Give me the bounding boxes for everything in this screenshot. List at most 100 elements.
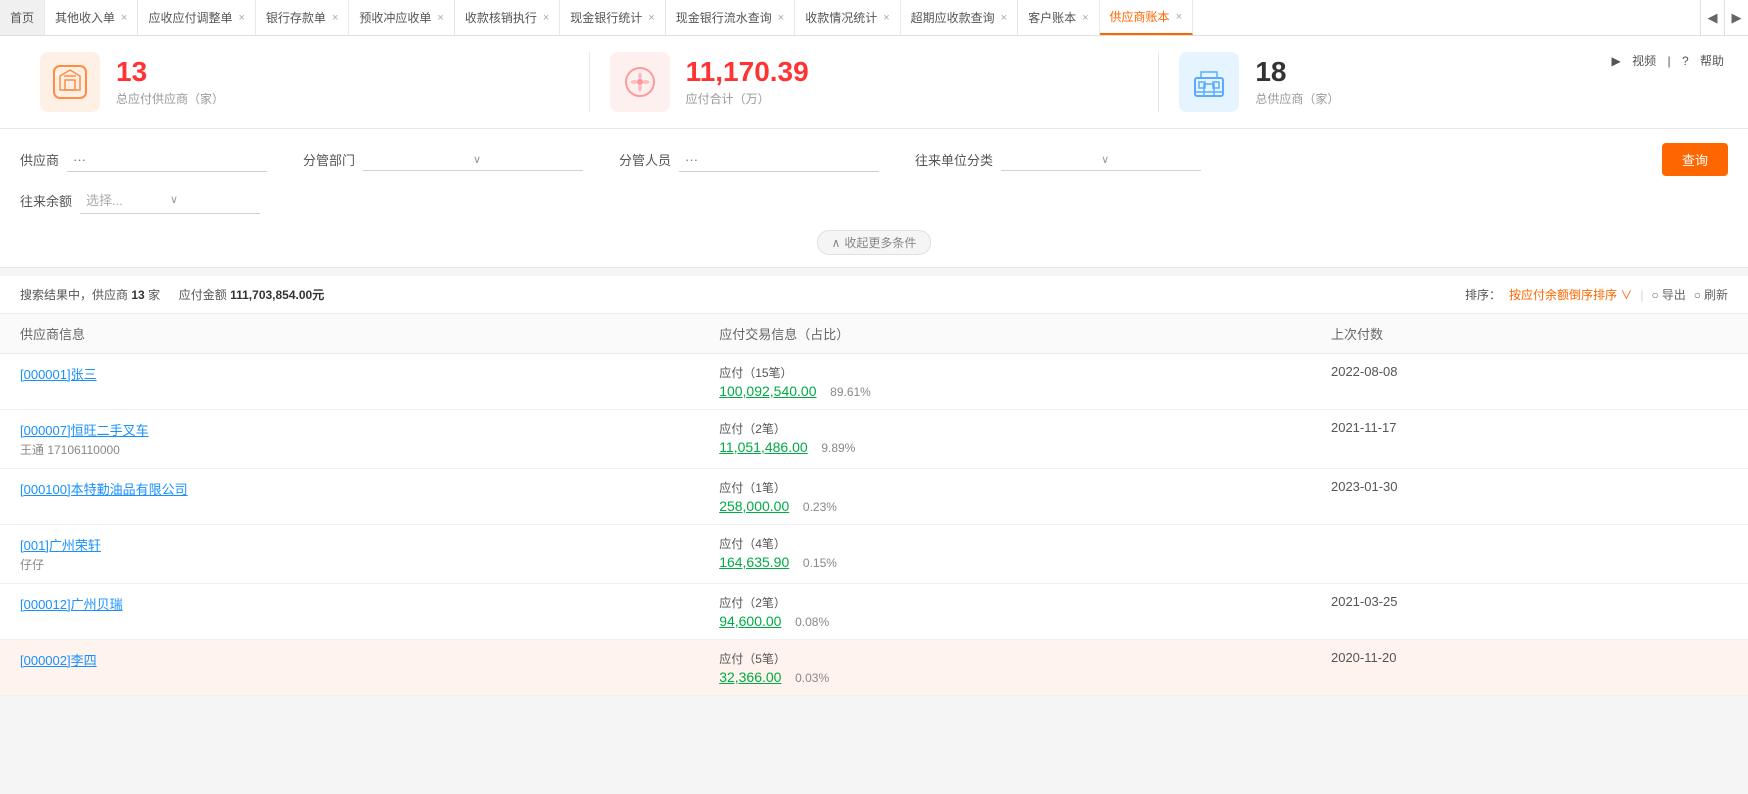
summary-num-2: 11,170.39 <box>686 58 809 86</box>
balance-filter-select[interactable]: 选择... ∨ <box>80 186 260 214</box>
close-tab-icon[interactable]: × <box>648 12 654 24</box>
nav-tab-label: 现金银行流水查询 <box>676 9 772 26</box>
summary-section: ▶ 视频 | ? 帮助 13 总应付供应商（家） <box>0 36 1748 129</box>
supplier-sub-3: 仔仔 <box>20 556 679 573</box>
search-button[interactable]: 查询 <box>1662 143 1728 176</box>
tx-amount-3[interactable]: 164,635.90 <box>719 554 789 570</box>
last-pay-cell-5: 2020-11-20 <box>1311 640 1748 696</box>
close-tab-icon[interactable]: × <box>543 12 549 24</box>
toolbar-actions: 排序： 按应付余额倒序排序 ∨ | ○ 导出 ○ 刷新 <box>1465 286 1728 303</box>
last-pay-date-2: 2023-01-30 <box>1331 479 1398 494</box>
tx-percent-2: 0.23% <box>803 500 837 514</box>
video-label[interactable]: 视频 <box>1632 54 1656 68</box>
table-row: [000007]恒旺二手叉车 王通 17106110000 应付（2笔） 11,… <box>0 410 1748 469</box>
last-pay-cell-1: 2021-11-17 <box>1311 410 1748 469</box>
nav-tab-receipt-verify[interactable]: 收款核销执行 × <box>455 0 560 35</box>
nav-tab-overdue-ar[interactable]: 超期应收款查询× <box>901 0 1018 35</box>
collapse-label: 收起更多条件 <box>844 234 916 251</box>
supplier-cell-2: [000100]本特勤油品有限公司 <box>0 469 699 525</box>
summary-icon-2 <box>610 52 670 112</box>
close-tab-icon[interactable]: × <box>883 12 889 24</box>
refresh-label: 刷新 <box>1704 286 1728 303</box>
collapse-button[interactable]: ∧ 收起更多条件 <box>817 230 932 255</box>
nav-tab-home[interactable]: 首页 <box>0 0 45 35</box>
close-tab-icon[interactable]: × <box>1082 12 1088 24</box>
summary-num-1: 13 <box>116 58 224 86</box>
result-ap-label: 应付金额 <box>179 288 227 302</box>
tx-amount-4[interactable]: 94,600.00 <box>719 613 781 629</box>
balance-arrow-icon: ∨ <box>170 193 254 206</box>
nav-tab-ar-ap-adjust[interactable]: 应收应付调整单 × <box>138 0 255 35</box>
nav-tab-other-income[interactable]: 其他收入单 × <box>45 0 138 35</box>
category-filter-select[interactable]: ∨ <box>1001 149 1201 171</box>
nav-tab-label: 其他收入单 <box>55 9 115 26</box>
top-navigation: 首页其他收入单×应收应付调整单×银行存款单×预收冲应收单×收款核销执行×现金银行… <box>0 0 1748 36</box>
supplier-link-2[interactable]: [000100]本特勤油品有限公司 <box>20 482 188 497</box>
nav-tab-label: 应收应付调整单 <box>148 9 232 26</box>
tx-cell-2: 应付（1笔） 258,000.00 0.23% <box>699 469 1311 525</box>
table-toolbar: 搜索结果中，供应商 13 家 应付金额 111,703,854.00元 排序： … <box>0 276 1748 314</box>
summary-card-1: 13 总应付供应商（家） <box>20 52 589 112</box>
tx-amount-2[interactable]: 258,000.00 <box>719 498 789 514</box>
nav-tab-prepay-ar[interactable]: 预收冲应收单 × <box>349 0 454 35</box>
summary-num-3: 18 <box>1255 58 1339 86</box>
close-tab-icon[interactable]: × <box>238 12 244 24</box>
nav-tab-label: 现金银行统计 <box>570 9 642 26</box>
close-tab-icon[interactable]: × <box>121 12 127 24</box>
export-label: 导出 <box>1662 286 1686 303</box>
filter-balance: 往来余额 选择... ∨ <box>20 186 260 214</box>
tx-amount-1[interactable]: 11,051,486.00 <box>719 439 808 455</box>
result-suffix-1: 家 <box>148 288 160 302</box>
nav-tab-bank-deposit[interactable]: 银行存款单× <box>256 0 349 35</box>
supplier-link-4[interactable]: [000012]广州贝瑞 <box>20 597 123 612</box>
tx-amount-0[interactable]: 100,092,540.00 <box>719 383 816 399</box>
category-arrow-icon: ∨ <box>1101 153 1195 166</box>
supplier-link-5[interactable]: [000002]李四 <box>20 653 97 668</box>
supplier-filter-input[interactable] <box>67 148 267 172</box>
tx-cell-3: 应付（4笔） 164,635.90 0.15% <box>699 525 1311 584</box>
supplier-link-0[interactable]: [000001]张三 <box>20 367 97 382</box>
supplier-link-1[interactable]: [000007]恒旺二手叉车 <box>20 423 149 438</box>
result-info: 搜索结果中，供应商 13 家 应付金额 111,703,854.00元 <box>20 286 1465 303</box>
nav-tab-label: 客户账本 <box>1028 9 1076 26</box>
supplier-link-3[interactable]: [001]广州荣轩 <box>20 538 101 553</box>
nav-tab-cash-bank-flow[interactable]: 现金银行流水查询 × <box>666 0 795 35</box>
nav-next-arrow[interactable]: ▶ <box>1724 0 1748 36</box>
tx-percent-5: 0.03% <box>795 671 829 685</box>
nav-tab-supplier-ledger[interactable]: 供应商账本 × <box>1100 0 1193 35</box>
collapse-icon: ∧ <box>832 236 841 250</box>
close-tab-icon[interactable]: × <box>437 12 443 24</box>
balance-select-value: 选择... <box>86 190 170 209</box>
table-row: [000002]李四 应付（5笔） 32,366.00 0.03% 2020-1… <box>0 640 1748 696</box>
person-filter-input[interactable] <box>679 148 879 172</box>
last-pay-date-1: 2021-11-17 <box>1331 420 1397 435</box>
nav-tab-label: 收款核销执行 <box>465 9 537 26</box>
nav-tab-label: 预收冲应收单 <box>359 9 431 26</box>
filter-section: 供应商 分管部门 ∨ 分管人员 往来单位分类 ∨ 查询 往来余额 选择 <box>0 129 1748 268</box>
tx-label-2: 应付（1笔） <box>719 479 1291 496</box>
sort-value[interactable]: 按应付余额倒序排序 ∨ <box>1509 286 1632 303</box>
close-tab-icon[interactable]: × <box>1176 11 1182 23</box>
nav-tab-receipt-stat[interactable]: 收款情况统计× <box>795 0 900 35</box>
tx-label-5: 应付（5笔） <box>719 650 1291 667</box>
tx-amount-5[interactable]: 32,366.00 <box>719 669 781 685</box>
tx-percent-3: 0.15% <box>803 556 837 570</box>
export-icon: ○ <box>1651 288 1658 302</box>
nav-tab-label: 供应商账本 <box>1110 8 1170 25</box>
summary-text-1: 13 总应付供应商（家） <box>116 58 224 107</box>
close-tab-icon[interactable]: × <box>1001 12 1007 24</box>
nav-prev-arrow[interactable]: ◀ <box>1700 0 1724 36</box>
summary-icon-1 <box>40 52 100 112</box>
refresh-icon: ○ <box>1694 288 1701 302</box>
result-count: 13 <box>131 288 144 302</box>
nav-tab-customer-ledger[interactable]: 客户账本 × <box>1018 0 1099 35</box>
person-filter-label: 分管人员 <box>619 150 671 169</box>
last-pay-cell-4: 2021-03-25 <box>1311 584 1748 640</box>
close-tab-icon[interactable]: × <box>778 12 784 24</box>
export-button[interactable]: ○ 导出 <box>1651 286 1685 303</box>
nav-tab-cash-bank-stat[interactable]: 现金银行统计 × <box>560 0 665 35</box>
help-label[interactable]: 帮助 <box>1700 54 1724 68</box>
close-tab-icon[interactable]: × <box>332 12 338 24</box>
dept-filter-select[interactable]: ∨ <box>363 149 583 171</box>
refresh-button[interactable]: ○ 刷新 <box>1694 286 1728 303</box>
